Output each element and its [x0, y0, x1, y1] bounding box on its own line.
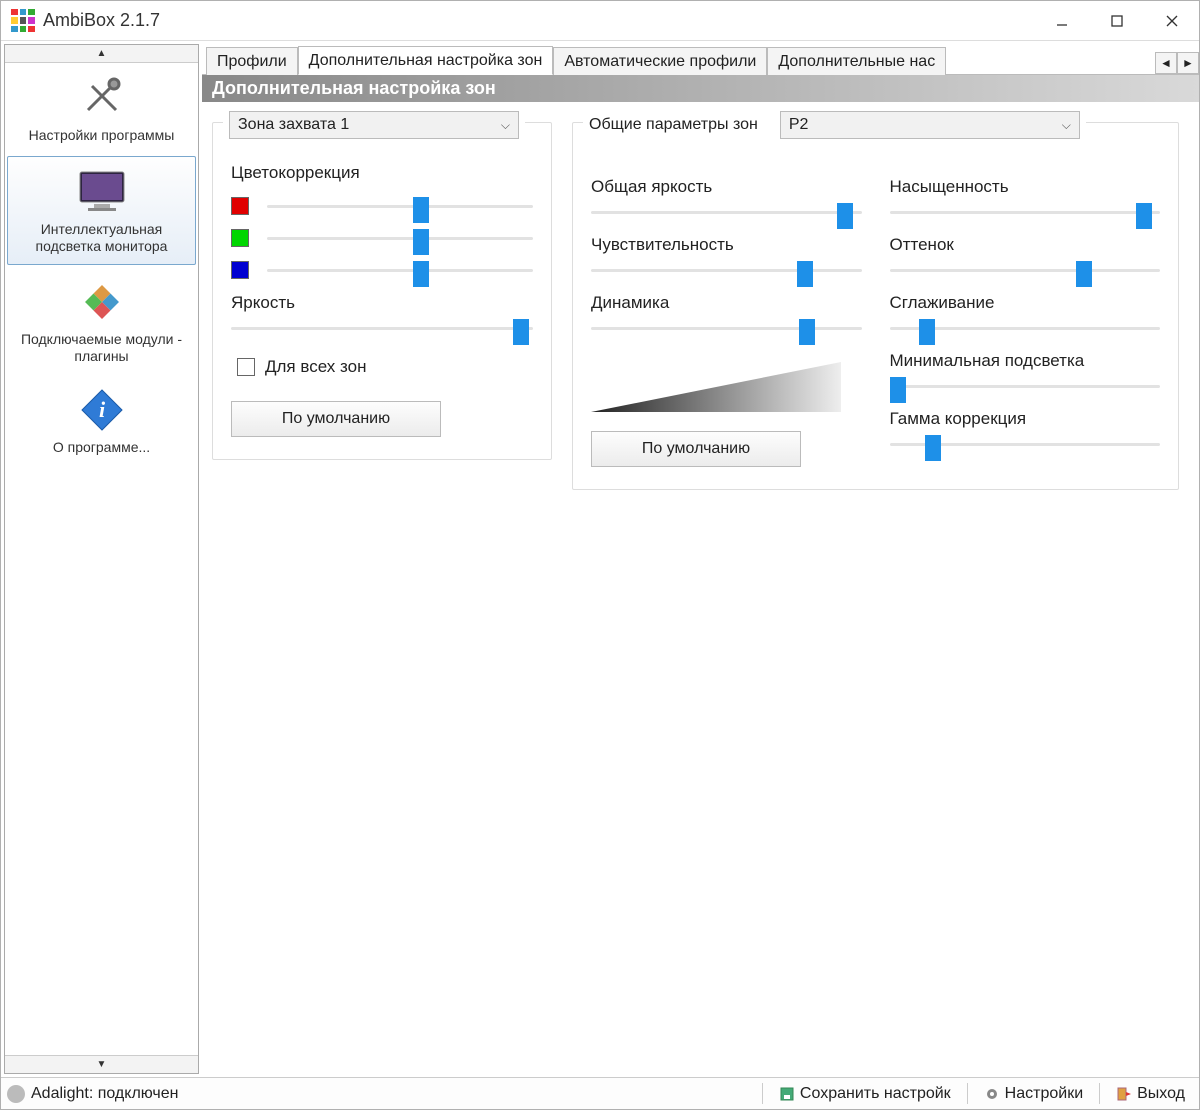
saturation-slider[interactable]	[890, 203, 1161, 221]
monitor-icon	[74, 167, 130, 217]
global-brightness-label: Общая яркость	[591, 177, 862, 197]
tab-auto-profiles[interactable]: Автоматические профили	[553, 47, 767, 75]
hue-slider[interactable]	[890, 261, 1161, 279]
dynamics-slider[interactable]	[591, 319, 862, 337]
green-swatch	[231, 229, 249, 247]
dynamics-label: Динамика	[591, 293, 862, 313]
global-brightness-slider[interactable]	[591, 203, 862, 221]
minimize-button[interactable]	[1034, 1, 1089, 40]
smoothing-label: Сглаживание	[890, 293, 1161, 313]
global-group: Общие параметры зон P2 ⌵ Общая яркость Ч…	[572, 122, 1179, 490]
tab-profiles[interactable]: Профили	[206, 47, 298, 75]
sidebar-item-program-settings[interactable]: Настройки программы	[5, 63, 198, 154]
zone-select[interactable]: Зона захвата 1 ⌵	[229, 111, 519, 139]
status-text: Adalight: подключен	[31, 1085, 179, 1103]
gamma-label: Гамма коррекция	[890, 409, 1161, 429]
sidebar-item-intelligent-backlight[interactable]: Интеллектуальная подсветка монитора	[7, 156, 196, 266]
section-header: Дополнительная настройка зон	[202, 75, 1199, 102]
chevron-down-icon: ⌵	[1062, 118, 1071, 133]
sidebar-item-label: Интеллектуальная подсветка монитора	[12, 221, 191, 255]
maximize-button[interactable]	[1089, 1, 1144, 40]
gamma-slider[interactable]	[890, 435, 1161, 453]
smoothing-slider[interactable]	[890, 319, 1161, 337]
sidebar-scroll-up[interactable]: ▲	[5, 45, 198, 63]
sensitivity-label: Чувствительность	[591, 235, 862, 255]
sidebar-item-label: О программе...	[9, 439, 194, 456]
chevron-down-icon: ⌵	[501, 118, 510, 133]
brightness-label: Яркость	[231, 293, 533, 313]
profile-select[interactable]: P2 ⌵	[780, 111, 1080, 139]
exit-icon	[1116, 1086, 1132, 1102]
tab-zone-settings[interactable]: Дополнительная настройка зон	[298, 46, 554, 75]
tools-icon	[74, 73, 130, 123]
global-legend: Общие параметры зон	[589, 116, 758, 134]
min-backlight-label: Минимальная подсветка	[890, 351, 1161, 371]
sidebar-item-about[interactable]: i О программе...	[5, 375, 198, 466]
status-icon	[7, 1085, 25, 1103]
exit-button[interactable]: Выход	[1108, 1078, 1193, 1109]
puzzle-icon	[74, 277, 130, 327]
blue-swatch	[231, 261, 249, 279]
tab-scroll-left[interactable]: ◄	[1155, 52, 1177, 74]
saturation-label: Насыщенность	[890, 177, 1161, 197]
statusbar: Adalight: подключен Сохранить настройк Н…	[1, 1077, 1199, 1109]
sidebar-item-label: Настройки программы	[9, 127, 194, 144]
app-title: AmbiBox 2.1.7	[43, 10, 160, 31]
min-backlight-slider[interactable]	[890, 377, 1161, 395]
blue-slider[interactable]	[267, 261, 533, 279]
zone-default-button[interactable]: По умолчанию	[231, 401, 441, 437]
sidebar-item-label: Подключаемые модули - плагины	[9, 331, 194, 365]
zone-select-value: Зона захвата 1	[238, 116, 349, 134]
titlebar: AmbiBox 2.1.7	[1, 1, 1199, 41]
green-slider[interactable]	[267, 229, 533, 247]
tab-scroll-right[interactable]: ►	[1177, 52, 1199, 74]
close-button[interactable]	[1144, 1, 1199, 40]
profile-select-value: P2	[789, 116, 809, 134]
red-swatch	[231, 197, 249, 215]
save-settings-button[interactable]: Сохранить настройк	[771, 1078, 959, 1109]
svg-text:i: i	[98, 397, 105, 422]
sidebar: ▲ Настройки программы Интеллектуальная п…	[4, 44, 199, 1074]
all-zones-label: Для всех зон	[265, 357, 366, 377]
info-icon: i	[74, 385, 130, 435]
save-icon	[779, 1086, 795, 1102]
settings-button[interactable]: Настройки	[976, 1078, 1091, 1109]
app-window: AmbiBox 2.1.7 ▲ Настройки программы	[0, 0, 1200, 1110]
red-slider[interactable]	[267, 197, 533, 215]
app-icon	[11, 9, 35, 33]
color-correction-title: Цветокоррекция	[231, 163, 533, 183]
brightness-slider[interactable]	[231, 319, 533, 337]
hue-label: Оттенок	[890, 235, 1161, 255]
all-zones-checkbox[interactable]	[237, 358, 255, 376]
dynamics-triangle	[591, 357, 862, 421]
global-default-button[interactable]: По умолчанию	[591, 431, 801, 467]
tab-strip: Профили Дополнительная настройка зон Авт…	[202, 41, 1199, 75]
zone-group: Зона захвата 1 ⌵ Цветокоррекция	[212, 122, 552, 460]
gear-icon	[984, 1086, 1000, 1102]
tab-additional[interactable]: Дополнительные нас	[767, 47, 946, 75]
sidebar-scroll-down[interactable]: ▼	[5, 1055, 198, 1073]
sidebar-item-plugins[interactable]: Подключаемые модули - плагины	[5, 267, 198, 375]
sensitivity-slider[interactable]	[591, 261, 862, 279]
